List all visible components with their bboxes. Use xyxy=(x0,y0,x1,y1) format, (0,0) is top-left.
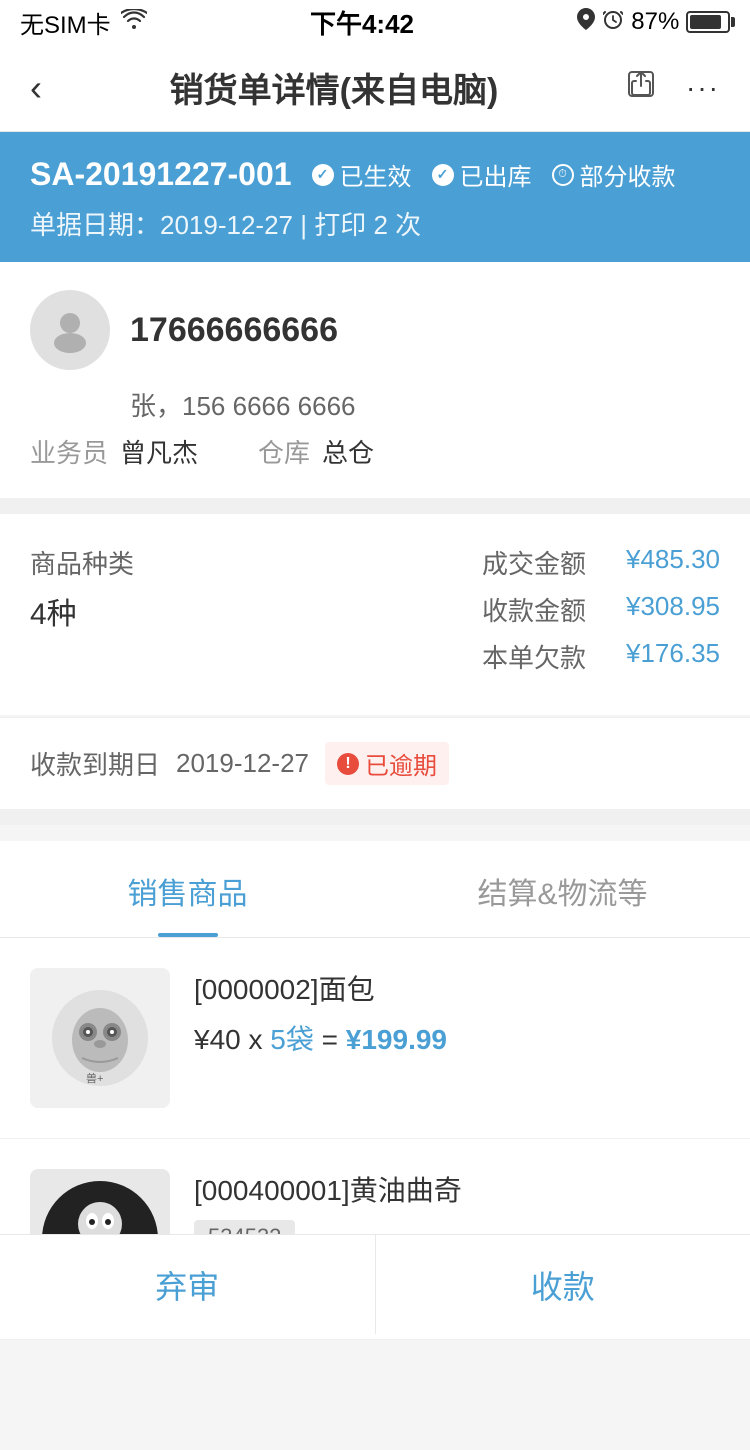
customer-contact: 张，156 6666 6666 xyxy=(30,386,720,423)
order-date-row: 单据日期：2019-12-27 | 打印 2 次 xyxy=(30,205,720,242)
sales-rep-item: 业务员 曾凡杰 xyxy=(30,433,198,470)
avatar xyxy=(30,290,110,370)
status-shipped: ✓ 已出库 xyxy=(432,157,532,192)
summary-section: 商品种类 4种 成交金额 ¥485.30 收款金额 ¥308.95 本单欠款 ¥… xyxy=(0,514,750,715)
tabs-row: 销售商品 结算&物流等 xyxy=(0,841,750,938)
divider-1 xyxy=(0,498,750,514)
product-info-1: [0000002]面包 ¥40 x 5袋 = ¥199.99 xyxy=(194,968,720,1058)
abandon-review-button[interactable]: 弃审 xyxy=(0,1235,376,1334)
divider-text: | xyxy=(300,210,314,240)
deal-value: ¥485.30 xyxy=(626,544,720,581)
table-row: 兽+ [0000002]面包 ¥40 x 5袋 = ¥199.99 xyxy=(0,938,750,1139)
summary-right: 成交金额 ¥485.30 收款金额 ¥308.95 本单欠款 ¥176.35 xyxy=(482,544,720,685)
customer-row: 17666666666 xyxy=(30,290,720,370)
location-icon xyxy=(577,8,595,37)
battery-icon xyxy=(686,11,730,33)
product-name-1: [0000002]面包 xyxy=(194,968,720,1008)
overdue-badge: ! 已逾期 xyxy=(325,742,449,785)
type-count: 4种 xyxy=(30,589,134,633)
status-bar: 无SIM卡 下午4:42 87% xyxy=(0,0,750,44)
clock-icon: ⏱ xyxy=(552,164,574,186)
tab-products[interactable]: 销售商品 xyxy=(0,841,375,937)
receipt-label: 收款金额 xyxy=(482,591,586,628)
customer-id: 17666666666 xyxy=(130,311,338,350)
overdue-text: 已逾期 xyxy=(365,746,437,781)
summary-left: 商品种类 4种 xyxy=(30,544,134,685)
check-icon-shipped: ✓ xyxy=(432,164,454,186)
tab-settlement[interactable]: 结算&物流等 xyxy=(375,841,750,937)
product-name-2: [000400001]黄油曲奇 xyxy=(194,1169,720,1209)
order-date: 单据日期：2019-12-27 xyxy=(30,210,293,240)
receipt-row: 收款金额 ¥308.95 xyxy=(482,591,720,628)
alarm-icon xyxy=(603,8,623,37)
debt-label: 本单欠款 xyxy=(482,638,586,675)
wifi-icon xyxy=(121,8,147,36)
status-active: ✓ 已生效 xyxy=(312,157,412,192)
sales-rep-value: 曾凡杰 xyxy=(120,433,198,470)
customer-meta: 业务员 曾凡杰 仓库 总仓 xyxy=(30,433,720,470)
product-price-1: ¥40 x 5袋 = ¥199.99 xyxy=(194,1018,720,1058)
due-label: 收款到期日 xyxy=(30,745,160,782)
nav-bar: ‹ 销货单详情(来自电脑) ··· xyxy=(0,44,750,132)
print-count: 打印 2 次 xyxy=(314,210,421,240)
status-left: 无SIM卡 xyxy=(20,5,147,40)
order-id: SA-20191227-001 xyxy=(30,156,292,193)
divider-2 xyxy=(0,809,750,825)
more-icon[interactable]: ··· xyxy=(686,72,720,104)
debt-row: 本单欠款 ¥176.35 xyxy=(482,638,720,675)
battery-indicator: 87% xyxy=(631,8,730,36)
status-partial: ⏱ 部分收款 xyxy=(552,157,676,192)
check-icon-active: ✓ xyxy=(312,164,334,186)
due-date: 2019-12-27 xyxy=(176,748,309,779)
page-title: 销货单详情(来自电脑) xyxy=(170,63,499,112)
deal-label: 成交金额 xyxy=(482,544,586,581)
status-right: 87% xyxy=(577,8,730,37)
sales-rep-label: 业务员 xyxy=(30,433,108,470)
nav-right-actions: ··· xyxy=(626,69,720,107)
share-icon[interactable] xyxy=(626,69,656,107)
warehouse-label: 仓库 xyxy=(258,433,310,470)
type-label: 商品种类 xyxy=(30,544,134,581)
deal-row: 成交金额 ¥485.30 xyxy=(482,544,720,581)
warehouse-item: 仓库 总仓 xyxy=(258,433,374,470)
customer-section: 17666666666 张，156 6666 6666 业务员 曾凡杰 仓库 总… xyxy=(0,262,750,498)
bottom-bar: 弃审 收款 xyxy=(0,1234,750,1334)
svg-text:兽+: 兽+ xyxy=(86,1071,103,1085)
product-thumb-1: 兽+ xyxy=(30,968,170,1108)
debt-value: ¥176.35 xyxy=(626,638,720,675)
collect-payment-button[interactable]: 收款 xyxy=(376,1235,750,1334)
due-section: 收款到期日 2019-12-27 ! 已逾期 xyxy=(0,717,750,809)
product-total-1: ¥199.99 xyxy=(346,1024,447,1055)
order-header: SA-20191227-001 ✓ 已生效 ✓ 已出库 ⏱ 部分收款 单据日期：… xyxy=(0,132,750,262)
carrier-text: 无SIM卡 xyxy=(20,5,111,40)
back-button[interactable]: ‹ xyxy=(30,67,42,109)
warehouse-value: 总仓 xyxy=(322,433,374,470)
status-time: 下午4:42 xyxy=(310,4,414,41)
receipt-value: ¥308.95 xyxy=(626,591,720,628)
product-qty-1: 5袋 xyxy=(270,1024,314,1055)
warning-icon: ! xyxy=(337,753,359,775)
